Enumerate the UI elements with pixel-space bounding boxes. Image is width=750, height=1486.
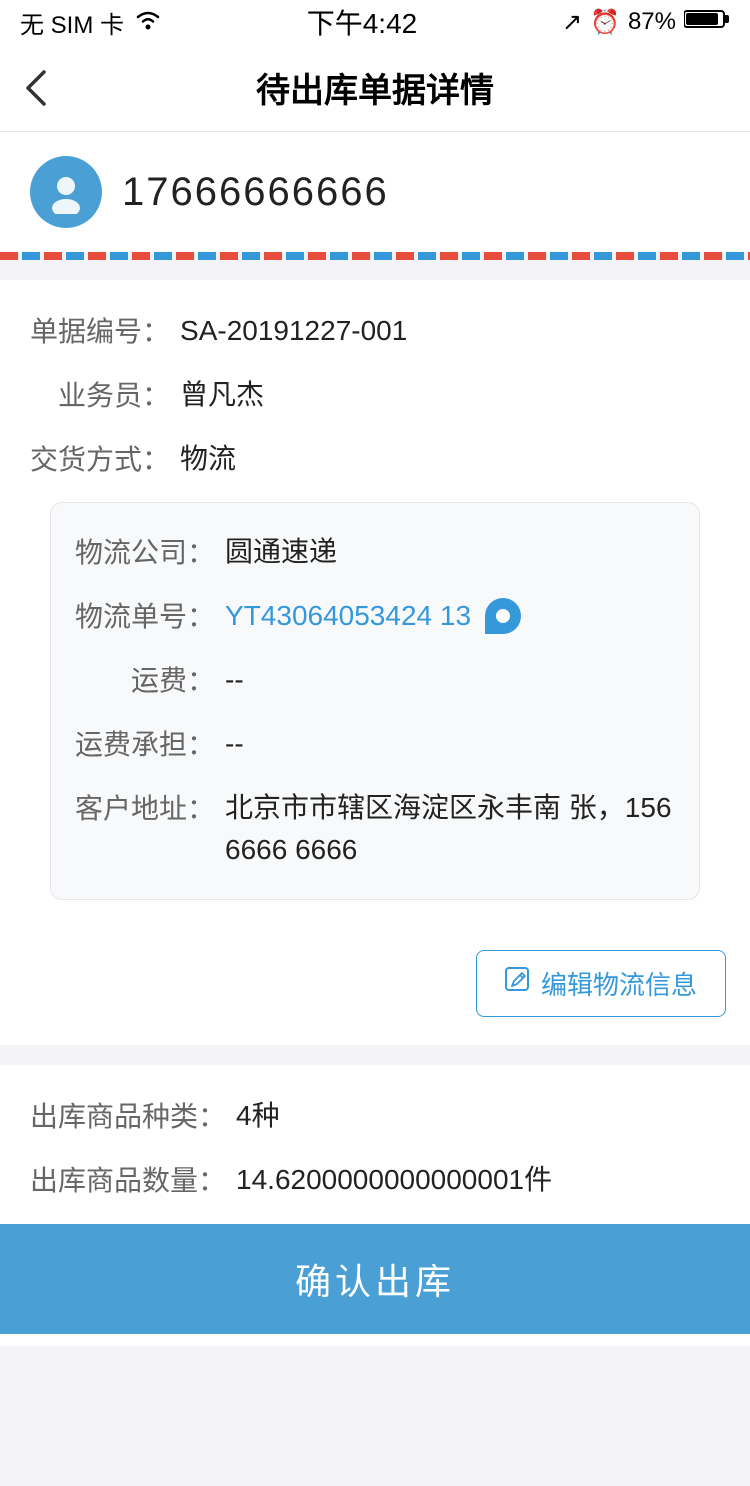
freight-label: 运费： [75, 659, 225, 699]
logistics-card: 物流公司： 圆通速递 物流单号： YT43064053424 13 运费： --… [50, 502, 700, 900]
page-title: 待出库单据详情 [256, 63, 494, 112]
freight-value: -- [225, 659, 675, 701]
tracking-row: 物流单号： YT43064053424 13 [75, 595, 675, 637]
section-gap-2 [0, 1045, 750, 1065]
customer-header: 17666666666 [0, 132, 750, 252]
tracking-label: 物流单号： [75, 595, 225, 635]
delivery-row: 交货方式： 物流 [30, 438, 720, 480]
battery-text: 87% [628, 8, 676, 36]
bottom-spacer [0, 1346, 750, 1486]
agent-label: 业务员： [30, 374, 180, 414]
status-bar: 无 SIM 卡 下午4:42 ↗ ⏰ 87% [0, 0, 750, 44]
goods-type-value: 4种 [236, 1095, 720, 1137]
confirm-btn-label: 确认出库 [295, 1253, 455, 1305]
freight-bearer-row: 运费承担： -- [75, 723, 675, 765]
avatar [30, 156, 102, 228]
freight-bearer-label: 运费承担： [75, 723, 225, 763]
edit-logistics-button[interactable]: 编辑物流信息 [476, 950, 726, 1017]
back-button[interactable] [24, 68, 48, 108]
logistics-company-row: 物流公司： 圆通速递 [75, 531, 675, 573]
goods-type-row: 出库商品种类： 4种 [30, 1095, 720, 1137]
dashed-divider [0, 252, 750, 260]
customer-phone: 17666666666 [122, 170, 389, 215]
logistics-company-label: 物流公司： [75, 531, 225, 571]
edit-icon [505, 967, 531, 1000]
goods-quantity-row: 出库商品数量： 14.6200000000000001件 [30, 1159, 720, 1201]
document-number-row: 单据编号： SA-20191227-001 [30, 310, 720, 352]
carrier-text: 无 SIM 卡 [20, 5, 124, 40]
wifi-icon [134, 8, 162, 37]
goods-quantity-label: 出库商品数量： [30, 1159, 236, 1199]
edit-logistics-label: 编辑物流信息 [541, 965, 697, 1002]
agent-value: 曾凡杰 [180, 374, 720, 416]
goods-type-label: 出库商品种类： [30, 1095, 236, 1135]
delivery-label: 交货方式： [30, 438, 180, 478]
freight-row: 运费： -- [75, 659, 675, 701]
status-left: 无 SIM 卡 [20, 5, 162, 40]
document-number-value: SA-20191227-001 [180, 310, 720, 352]
nav-bar: 待出库单据详情 [0, 44, 750, 132]
document-info-section: 单据编号： SA-20191227-001 业务员： 曾凡杰 交货方式： 物流 … [0, 280, 750, 930]
address-row: 客户地址： 北京市市辖区海淀区永丰南 张，156 6666 6666 [75, 787, 675, 871]
status-right: ↗ ⏰ 87% [562, 8, 730, 37]
address-label: 客户地址： [75, 787, 225, 827]
location-pin-icon[interactable] [478, 591, 529, 642]
logistics-company-value: 圆通速递 [225, 531, 675, 573]
document-number-label: 单据编号： [30, 310, 180, 350]
alarm-icon: ⏰ [590, 8, 620, 37]
goods-section: 出库商品种类： 4种 出库商品数量： 14.6200000000000001件 [0, 1065, 750, 1231]
edit-btn-wrap: 编辑物流信息 [0, 930, 750, 1045]
agent-row: 业务员： 曾凡杰 [30, 374, 720, 416]
freight-bearer-value: -- [225, 723, 675, 765]
section-gap-1 [0, 260, 750, 280]
tracking-value[interactable]: YT43064053424 13 [225, 595, 675, 637]
goods-quantity-value: 14.6200000000000001件 [236, 1159, 720, 1201]
address-value: 北京市市辖区海淀区永丰南 张，156 6666 6666 [225, 787, 675, 871]
status-time: 下午4:42 [307, 2, 418, 42]
location-icon: ↗ [562, 8, 582, 37]
battery-icon [684, 8, 730, 37]
confirm-btn-bar[interactable]: 确认出库 [0, 1224, 750, 1334]
delivery-value: 物流 [180, 438, 720, 480]
